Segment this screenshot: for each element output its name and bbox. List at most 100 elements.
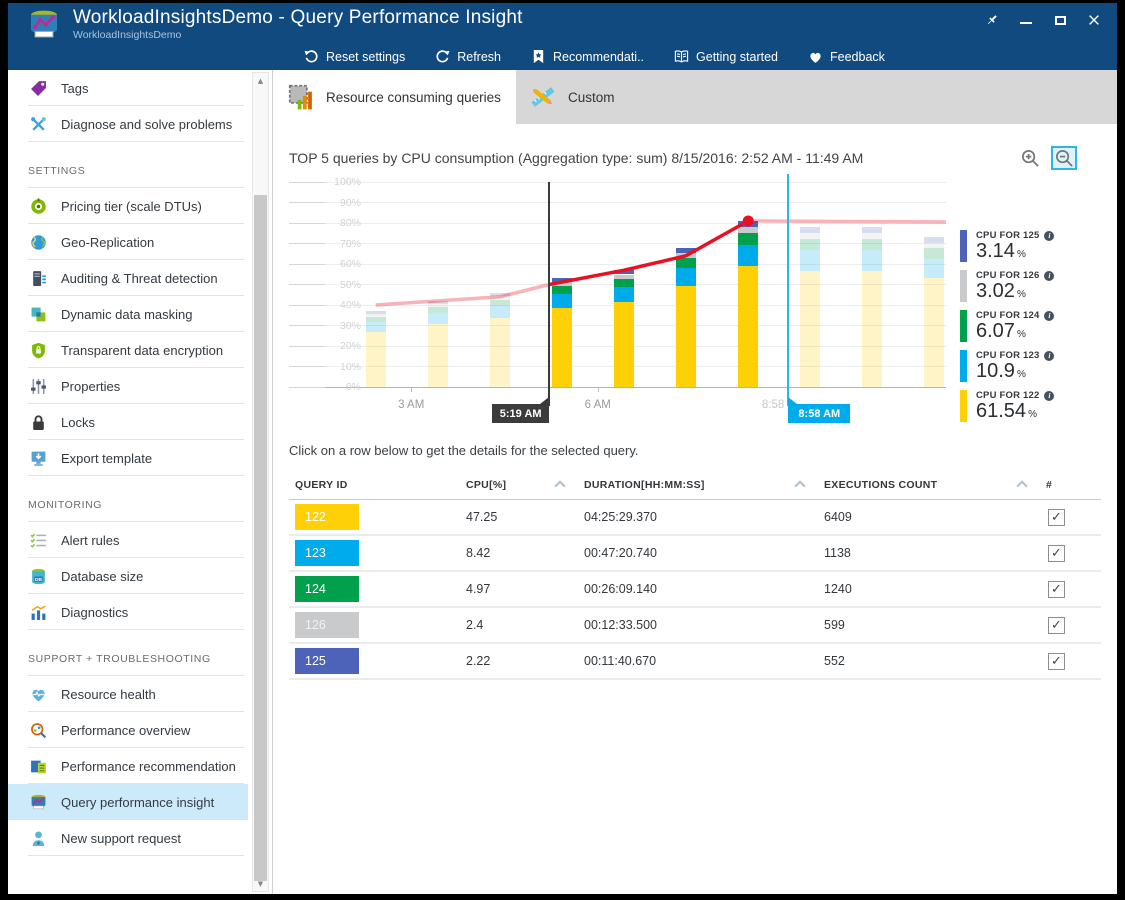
stacked-bar-8[interactable] — [800, 182, 820, 387]
legend-value: 3.14% — [976, 240, 1026, 262]
pricing-tier-icon — [30, 197, 47, 215]
scroll-down-arrow-icon[interactable]: ▼ — [253, 876, 268, 891]
tab-bar: Resource consuming queries Custom — [273, 70, 1117, 124]
stacked-bar-10[interactable] — [924, 182, 945, 387]
feedback-icon — [808, 49, 823, 64]
svg-text:DB: DB — [35, 576, 43, 582]
scrollbar-thumb[interactable] — [254, 195, 267, 881]
sidebar-scrollbar[interactable]: ▲ ▼ — [252, 72, 269, 892]
row-checkbox[interactable]: ✓ — [1048, 580, 1065, 598]
bar-segment-query-126 — [738, 227, 759, 234]
sidebar-item-pricing-tier-scale-dtus[interactable]: Pricing tier (scale DTUs) — [8, 188, 248, 224]
row-checkbox[interactable]: ✓ — [1048, 508, 1065, 526]
query-row-122[interactable]: 122 47.25 04:25:29.370 6409 ✓ — [289, 500, 1101, 536]
row-checkbox[interactable]: ✓ — [1048, 544, 1065, 562]
toolbar-item-getting-started[interactable]: Getting started — [674, 49, 778, 64]
stacked-bar-6[interactable] — [675, 182, 696, 387]
pin-icon[interactable] — [983, 11, 1001, 29]
sidebar-item-properties[interactable]: Properties — [8, 368, 248, 404]
tab-resource-consuming-queries[interactable]: Resource consuming queries — [273, 70, 516, 124]
info-icon[interactable]: i — [1044, 230, 1055, 241]
column-header-query-id: QUERY ID — [289, 479, 460, 491]
chart-plot-area: 0% 10% 20% 30% 40% 50% 60% 70% 80% 90% 100% — [289, 176, 946, 393]
bar-segment-query-125 — [365, 311, 386, 314]
window-controls — [983, 11, 1103, 29]
row-checkbox[interactable]: ✓ — [1048, 652, 1065, 670]
maximize-button[interactable] — [1051, 11, 1069, 29]
toolbar-item-feedback[interactable]: Feedback — [808, 49, 885, 64]
checkbox-cell: ✓ — [1040, 544, 1101, 562]
sidebar-item-performance-recommendation[interactable]: Performance recommendation — [8, 748, 248, 784]
sidebar-item-dynamic-data-masking[interactable]: Dynamic data masking — [8, 296, 248, 332]
stacked-bar-4[interactable] — [552, 182, 573, 387]
toolbar-item-refresh[interactable]: Refresh — [435, 49, 501, 64]
resource-queries-icon — [288, 84, 314, 110]
selection-end-marker[interactable] — [787, 174, 790, 406]
minimize-button[interactable] — [1017, 11, 1035, 29]
legend-unit: % — [1028, 409, 1037, 420]
y-axis-label: 70% — [339, 237, 361, 250]
query-row-125[interactable]: 125 2.22 00:11:40.670 552 ✓ — [289, 644, 1101, 680]
bar-segment-query-122 — [800, 270, 820, 387]
toolbar-item-label: Refresh — [457, 49, 501, 64]
query-row-124[interactable]: 124 4.97 00:26:09.140 1240 ✓ — [289, 572, 1101, 608]
toolbar-item-reset-settings[interactable]: Reset settings — [304, 49, 405, 64]
checkbox-cell: ✓ — [1040, 580, 1101, 598]
legend-value: 6.07% — [976, 320, 1026, 342]
column-header-duration-hh-mm-ss[interactable]: DURATION[HH:MM:SS] — [578, 479, 818, 492]
query-id-badge: 125 — [295, 648, 359, 674]
info-icon[interactable]: i — [1044, 350, 1055, 361]
bar-segment-query-124 — [614, 278, 635, 288]
column-header-executions-count[interactable]: EXECUTIONS COUNT — [818, 479, 1040, 492]
zoom-in-button[interactable] — [1017, 146, 1043, 170]
legend-unit: % — [1016, 329, 1026, 340]
sidebar-item-geo-replication[interactable]: Geo-Replication — [8, 224, 248, 260]
query-id-badge: 123 — [295, 540, 359, 566]
minimize-icon — [1020, 22, 1032, 24]
lock-icon — [30, 414, 47, 431]
query-row-126[interactable]: 126 2.4 00:12:33.500 599 ✓ — [289, 608, 1101, 644]
row-checkbox[interactable]: ✓ — [1048, 616, 1065, 634]
selection-start-marker[interactable] — [548, 182, 551, 406]
sidebar-item-locks[interactable]: Locks — [8, 404, 248, 440]
toolbar-item-recommendati[interactable]: Recommendati.. — [531, 49, 644, 64]
stacked-bar-9[interactable] — [861, 182, 882, 387]
stacked-bar-5[interactable] — [614, 182, 635, 387]
zoom-out-button[interactable] — [1051, 146, 1077, 170]
stacked-bar-1[interactable] — [365, 182, 386, 387]
bar-segment-query-124 — [365, 316, 386, 323]
sidebar-item-diagnostics[interactable]: Diagnostics — [8, 594, 248, 630]
sidebar-item-export-template[interactable]: Export template — [8, 440, 248, 476]
scroll-up-arrow-icon[interactable]: ▲ — [253, 73, 268, 88]
sidebar-item-performance-overview[interactable]: Performance overview — [8, 712, 248, 748]
stacked-bar-2[interactable] — [428, 182, 449, 387]
bar-segment-query-126 — [489, 296, 510, 300]
close-button[interactable] — [1085, 11, 1103, 29]
sidebar-item-query-performance-insight[interactable]: Query performance insight — [8, 784, 248, 820]
sidebar-item-alert-rules[interactable]: Alert rules — [8, 522, 248, 558]
sidebar-item-tags[interactable]: Tags — [8, 70, 248, 106]
info-icon[interactable]: i — [1044, 270, 1055, 281]
stacked-bar-7[interactable] — [738, 182, 759, 387]
stacked-bar-3[interactable] — [489, 182, 510, 387]
sort-caret-icon[interactable] — [1016, 480, 1028, 492]
executions-cell: 1240 — [824, 582, 852, 596]
sidebar-item-auditing-threat-detection[interactable]: Auditing & Threat detection — [8, 260, 248, 296]
tab-custom[interactable]: Custom — [516, 70, 645, 124]
query-row-123[interactable]: 123 8.42 00:47:20.740 1138 ✓ — [289, 536, 1101, 572]
sidebar-item-database-size[interactable]: DB Database size — [8, 558, 248, 594]
sort-caret-icon[interactable] — [794, 480, 806, 492]
export-template-icon — [30, 450, 47, 467]
zoom-controls — [1017, 146, 1077, 170]
sidebar-item-resource-health[interactable]: Resource health — [8, 676, 248, 712]
column-header-: # — [1040, 479, 1101, 491]
info-icon[interactable]: i — [1044, 390, 1055, 401]
column-header-cpu[interactable]: CPU[%] — [460, 479, 578, 492]
sidebar-item-transparent-data-encryption[interactable]: Transparent data encryption — [8, 332, 248, 368]
sidebar-item-new-support-request[interactable]: New support request — [8, 820, 248, 856]
sort-caret-icon[interactable] — [554, 480, 566, 492]
info-icon[interactable]: i — [1044, 310, 1055, 321]
bar-segment-query-122 — [924, 278, 945, 387]
sidebar-item-diagnose-and-solve-problems[interactable]: Diagnose and solve problems — [8, 106, 248, 142]
table-header-row: QUERY ID CPU[%] DURATION[HH:MM:SS] EXECUTIO… — [289, 470, 1101, 500]
